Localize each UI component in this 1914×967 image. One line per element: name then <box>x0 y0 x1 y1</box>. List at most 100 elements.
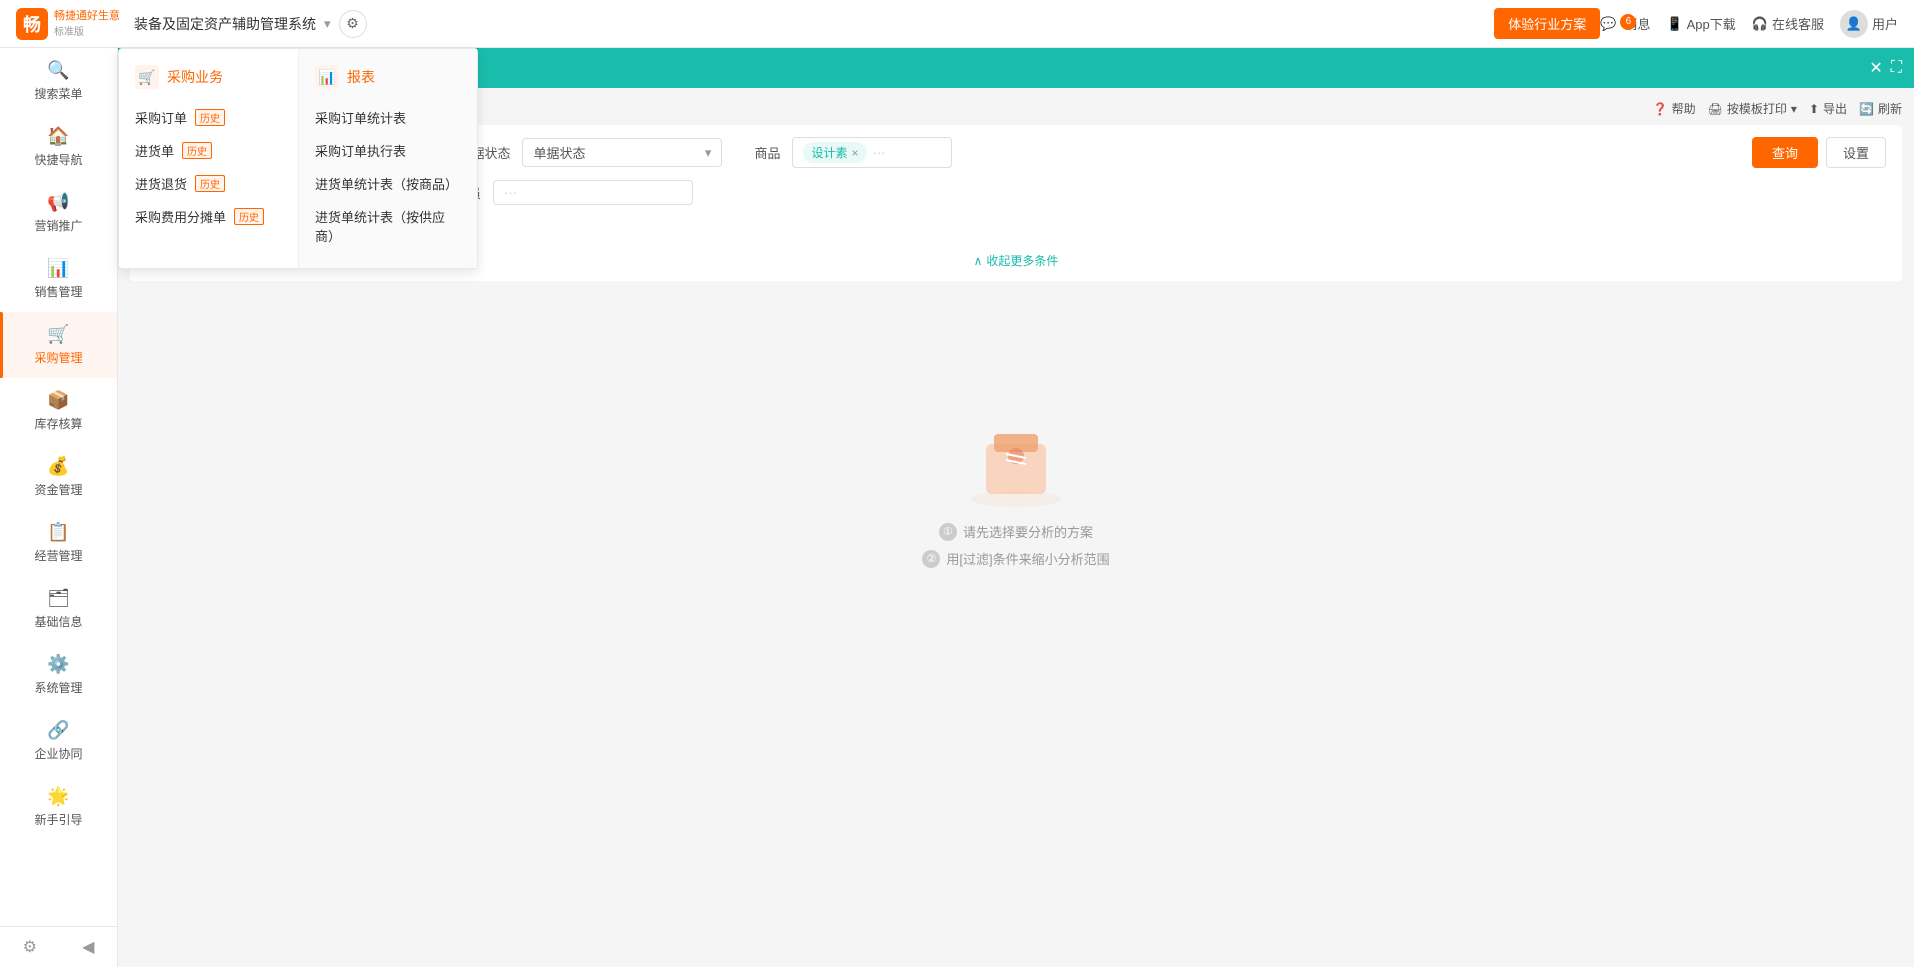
collapse-sidebar-icon[interactable]: ◀ <box>82 937 94 957</box>
goods-label: 商品 <box>754 146 780 161</box>
stockin-stats-supplier-label: 进货单统计表（按供应商） <box>315 207 461 245</box>
reports-section-title: 报表 <box>347 67 375 87</box>
menu-item-stock-in[interactable]: 进货单 历史 <box>135 134 282 167</box>
stock-in-badge: 历史 <box>182 142 212 159</box>
purchase-menu-icon: 🛒 <box>135 65 159 89</box>
goods-dots: ··· <box>873 145 886 160</box>
tag-close-icon[interactable]: × <box>851 146 858 160</box>
search-icon: 🔍 <box>47 60 69 81</box>
active-indicator <box>0 312 3 378</box>
tab-close-all-icon[interactable]: ✕ <box>1869 58 1882 78</box>
menu-item-purchase-order-exec[interactable]: 采购订单执行表 <box>315 134 461 167</box>
purchase-order-label: 采购订单 <box>135 108 187 127</box>
refresh-btn[interactable]: 🔄 刷新 <box>1859 100 1902 117</box>
sidebar-label-newbie: 新手引导 <box>34 811 82 828</box>
logo-icon: 畅 <box>16 8 48 40</box>
sidebar-label-sales: 销售管理 <box>34 283 82 300</box>
purchase-order-exec-label: 采购订单执行表 <box>315 141 406 160</box>
online-service-label: 在线客服 <box>1772 14 1824 33</box>
menu-section-reports: 📊 报表 采购订单统计表 采购订单执行表 进货单统计表（按商品） 进货单统计表（… <box>298 49 477 268</box>
step1-text: 请先选择要分析的方案 <box>963 522 1093 541</box>
print-label: 按模板打印 <box>1727 100 1787 117</box>
sidebar-item-enterprise[interactable]: 🔗 企业协同 <box>0 708 117 774</box>
phone-icon: 📱 <box>1666 16 1682 32</box>
user-label: 用户 <box>1872 14 1898 33</box>
menu-item-stockin-stats-goods[interactable]: 进货单统计表（按商品） <box>315 167 461 200</box>
marketing-icon: 📢 <box>47 192 69 213</box>
sidebar-item-sales[interactable]: 📊 销售管理 <box>0 246 117 312</box>
step1-num: ① <box>939 523 957 541</box>
goods-container: 商品 <box>754 143 780 162</box>
operation-icon: 📋 <box>47 522 69 543</box>
sidebar-item-search[interactable]: 🔍 搜索菜单 <box>0 48 117 114</box>
online-service-btn[interactable]: 🎧 在线客服 <box>1752 14 1824 33</box>
message-btn[interactable]: 💬 6 消息 <box>1600 14 1650 33</box>
system-title: 装备及固定资产辅助管理系统 ▾ ⚙ <box>134 10 1494 38</box>
sidebar-item-inventory[interactable]: 📦 库存核算 <box>0 378 117 444</box>
purchase-order-stats-label: 采购订单统计表 <box>315 108 406 127</box>
sidebar-item-system[interactable]: ⚙️ 系统管理 <box>0 642 117 708</box>
stock-return-badge: 历史 <box>195 175 225 192</box>
sidebar-item-capital[interactable]: 💰 资金管理 <box>0 444 117 510</box>
step2-text: 用[过滤]条件来缩小分析范围 <box>946 549 1109 568</box>
logo-area: 畅 畅捷通好生意 标准版 <box>16 8 134 40</box>
logo-text: 畅捷通好生意 <box>54 9 120 23</box>
app-download-btn[interactable]: 📱 App下载 <box>1666 14 1735 33</box>
menu-item-purchase-expense[interactable]: 采购费用分摊单 历史 <box>135 200 282 233</box>
sidebar-item-newbie[interactable]: 🌟 新手引导 <box>0 774 117 840</box>
salesperson-input[interactable]: ··· <box>493 180 693 205</box>
menu-item-purchase-order[interactable]: 采购订单 历史 <box>135 101 282 134</box>
purchase-order-badge: 历史 <box>195 109 225 126</box>
empty-step-1: ① 请先选择要分析的方案 <box>939 522 1093 541</box>
query-btn[interactable]: 查询 <box>1752 137 1818 168</box>
system-icon: ⚙️ <box>47 654 69 675</box>
empty-illustration <box>956 414 1076 514</box>
sidebar-item-quick-nav[interactable]: 🏠 快捷导航 <box>0 114 117 180</box>
settings-bottom-icon[interactable]: ⚙ <box>23 937 37 957</box>
sidebar-bottom: ⚙ ◀ <box>0 926 117 967</box>
menu-item-stock-return[interactable]: 进货退货 历史 <box>135 167 282 200</box>
help-label: 帮助 <box>1672 100 1696 117</box>
doc-status-input[interactable]: 单据状态 ▾ <box>522 138 722 167</box>
settings-icon[interactable]: ⚙ <box>339 10 367 38</box>
purchase-section-title: 采购业务 <box>167 67 223 87</box>
empty-step-2: ② 用[过滤]条件来缩小分析范围 <box>922 549 1109 568</box>
sidebar-label-marketing: 营销推广 <box>34 217 82 234</box>
sidebar-item-basic[interactable]: 🗂 基础信息 <box>0 576 117 642</box>
home-icon: 🏠 <box>47 126 69 147</box>
title-dropdown-arrow[interactable]: ▾ <box>324 16 331 32</box>
print-arrow-icon: ▾ <box>1791 102 1797 116</box>
logo-badge: 标准版 <box>54 23 120 38</box>
stock-in-label: 进货单 <box>135 141 174 160</box>
purchase-icon: 🛒 <box>47 324 69 345</box>
goods-input[interactable]: 设计素 × ··· <box>792 137 952 168</box>
capital-icon: 💰 <box>47 456 69 477</box>
tab-expand-icon[interactable]: ⛶ <box>1891 59 1902 77</box>
sidebar-item-operation[interactable]: 📋 经营管理 <box>0 510 117 576</box>
purchase-dropdown-menu: 🛒 采购业务 采购订单 历史 进货单 历史 进货退货 历史 采购费用分摊单 历史 <box>118 48 478 269</box>
setting-btn[interactable]: 设置 <box>1826 137 1886 168</box>
sidebar-item-purchase[interactable]: 🛒 采购管理 <box>0 312 117 378</box>
user-btn[interactable]: 👤 用户 <box>1840 10 1898 38</box>
empty-state: ① 请先选择要分析的方案 ② 用[过滤]条件来缩小分析范围 <box>130 291 1902 691</box>
salesperson-placeholder: ··· <box>504 185 682 200</box>
industry-btn[interactable]: 体验行业方案 <box>1494 8 1600 39</box>
refresh-label: 刷新 <box>1878 100 1902 117</box>
action-buttons: 查询 设置 <box>1752 137 1886 168</box>
menu-item-purchase-order-stats[interactable]: 采购订单统计表 <box>315 101 461 134</box>
sidebar-label-system: 系统管理 <box>34 679 82 696</box>
export-btn[interactable]: ⬆ 导出 <box>1809 100 1847 117</box>
menu-item-stockin-stats-supplier[interactable]: 进货单统计表（按供应商） <box>315 200 461 252</box>
collapse-icon: ∧ <box>974 254 983 268</box>
export-icon: ⬆ <box>1809 102 1819 116</box>
help-btn[interactable]: ❓ 帮助 <box>1653 100 1696 117</box>
print-template-btn[interactable]: 🖨 按模板打印 ▾ <box>1708 100 1797 117</box>
collapse-btn[interactable]: ∧ 收起更多条件 <box>974 252 1059 269</box>
sidebar-label-operation: 经营管理 <box>34 547 82 564</box>
headset-icon: 🎧 <box>1752 16 1768 32</box>
print-icon: 🖨 <box>1708 102 1723 116</box>
doc-status-arrow: ▾ <box>705 145 712 161</box>
sidebar-item-marketing[interactable]: 📢 营销推广 <box>0 180 117 246</box>
sidebar-label-enterprise: 企业协同 <box>34 745 82 762</box>
sidebar-label-capital: 资金管理 <box>34 481 82 498</box>
